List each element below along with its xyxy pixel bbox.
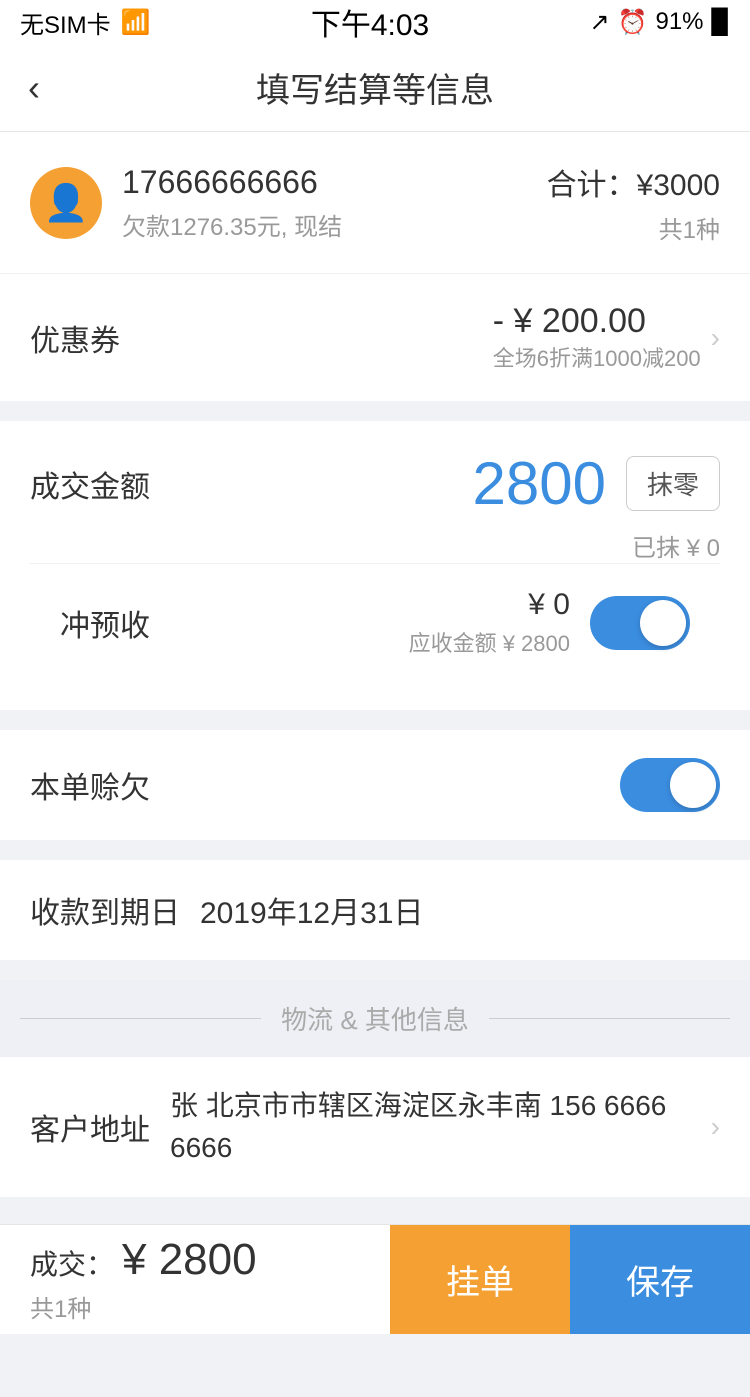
- coupon-label: 优惠券: [30, 316, 120, 360]
- prepay-toggle[interactable]: [590, 596, 690, 650]
- chevron-right-icon: ›: [711, 322, 720, 354]
- avatar-icon: 👤: [44, 182, 89, 224]
- amount-label: 成交金额: [30, 462, 150, 506]
- user-right: 合计：¥3000 共1种: [547, 160, 720, 245]
- user-info-section: 👤 17666666666 欠款1276.35元, 现结 合计：¥3000 共1…: [0, 132, 750, 401]
- address-value: 张 北京市市辖区海淀区永丰南 156 6666 6666: [170, 1085, 691, 1169]
- user-phone: 17666666666: [122, 164, 342, 201]
- prepay-amount: ¥ 0: [409, 588, 570, 622]
- divider-line-right: [489, 1018, 730, 1019]
- nav-bar: ‹ 填写结算等信息: [0, 44, 750, 132]
- coupon-amount: - ¥ 200.00: [493, 302, 701, 341]
- debt-toggle[interactable]: [620, 758, 720, 812]
- user-info: 17666666666 欠款1276.35元, 现结: [122, 164, 342, 242]
- page-title: 填写结算等信息: [256, 63, 494, 112]
- back-button[interactable]: ‹: [28, 67, 40, 109]
- save-button[interactable]: 保存: [570, 1225, 750, 1334]
- status-bar-left: 无SIM卡 📶: [20, 5, 151, 40]
- battery-icon: ▉: [712, 8, 730, 37]
- coupon-right: - ¥ 200.00 全场6折满1000减200 ›: [493, 302, 720, 373]
- address-label: 客户地址: [30, 1105, 150, 1149]
- amount-row: 成交金额 2800 抹零: [30, 449, 720, 518]
- avatar: 👤: [30, 167, 102, 239]
- hang-button[interactable]: 挂单: [390, 1225, 570, 1334]
- bottom-amount: ¥ 2800: [122, 1235, 257, 1285]
- coupon-desc: 全场6折满1000减200: [493, 341, 701, 373]
- debt-toggle-knob: [670, 762, 716, 808]
- coupon-row[interactable]: 优惠券 - ¥ 200.00 全场6折满1000减200 ›: [0, 273, 750, 401]
- prepay-amount-block: ¥ 0 应收金额 ¥ 2800: [409, 588, 570, 658]
- due-date-value: 2019年12月31日: [200, 888, 423, 932]
- amount-value-row: 2800 抹零: [473, 449, 721, 518]
- logistics-divider: 物流 & 其他信息: [0, 980, 750, 1057]
- address-section[interactable]: 客户地址 张 北京市市辖区海淀区永丰南 156 6666 6666 ›: [0, 1057, 750, 1197]
- amount-value: 2800: [473, 449, 606, 518]
- user-row: 👤 17666666666 欠款1276.35元, 现结 合计：¥3000 共1…: [0, 132, 750, 273]
- toggle-knob: [640, 600, 686, 646]
- debt-row-section: 本单赊欠: [0, 730, 750, 840]
- prepay-row: 冲预收 ¥ 0 应收金额 ¥ 2800: [30, 563, 720, 682]
- prepay-label: 冲预收: [60, 601, 150, 645]
- location-icon: ↗: [589, 8, 609, 37]
- alarm-icon: ⏰: [618, 8, 648, 37]
- user-count: 共1种: [547, 210, 720, 245]
- amount-sub: 已抹 ¥ 0: [30, 528, 720, 563]
- round-button[interactable]: 抹零: [626, 456, 720, 511]
- user-sub-info: 欠款1276.35元, 现结: [122, 207, 342, 242]
- prepay-right: ¥ 0 应收金额 ¥ 2800: [409, 588, 690, 658]
- due-date-label: 收款到期日: [30, 888, 180, 932]
- divider-line-left: [20, 1018, 261, 1019]
- user-left: 👤 17666666666 欠款1276.35元, 现结: [30, 164, 342, 242]
- bottom-deal-label: 成交：: [30, 1243, 114, 1283]
- bottom-bar: 成交： ¥ 2800 共1种 挂单 保存: [0, 1224, 750, 1334]
- prepay-sub: 应收金额 ¥ 2800: [409, 626, 570, 658]
- status-bar-time: 下午4:03: [311, 0, 429, 44]
- debt-label: 本单赊欠: [30, 763, 150, 807]
- due-date-section: 收款到期日 2019年12月31日: [0, 860, 750, 960]
- battery-level: 91%: [655, 8, 703, 36]
- bottom-deal-row: 成交： ¥ 2800: [30, 1235, 360, 1285]
- deal-amount-section: 成交金额 2800 抹零 已抹 ¥ 0 冲预收 ¥ 0 应收金额 ¥ 2800: [0, 421, 750, 710]
- bottom-left: 成交： ¥ 2800 共1种: [0, 1235, 390, 1324]
- address-chevron-icon: ›: [711, 1111, 720, 1143]
- no-sim-text: 无SIM卡: [20, 5, 111, 40]
- wifi-icon: 📶: [121, 8, 151, 37]
- bottom-count: 共1种: [30, 1289, 360, 1324]
- status-bar: 无SIM卡 📶 下午4:03 ↗ ⏰ 91% ▉: [0, 0, 750, 44]
- status-bar-right: ↗ ⏰ 91% ▉: [589, 8, 730, 37]
- divider-text: 物流 & 其他信息: [281, 1000, 469, 1037]
- user-total: 合计：¥3000: [547, 160, 720, 204]
